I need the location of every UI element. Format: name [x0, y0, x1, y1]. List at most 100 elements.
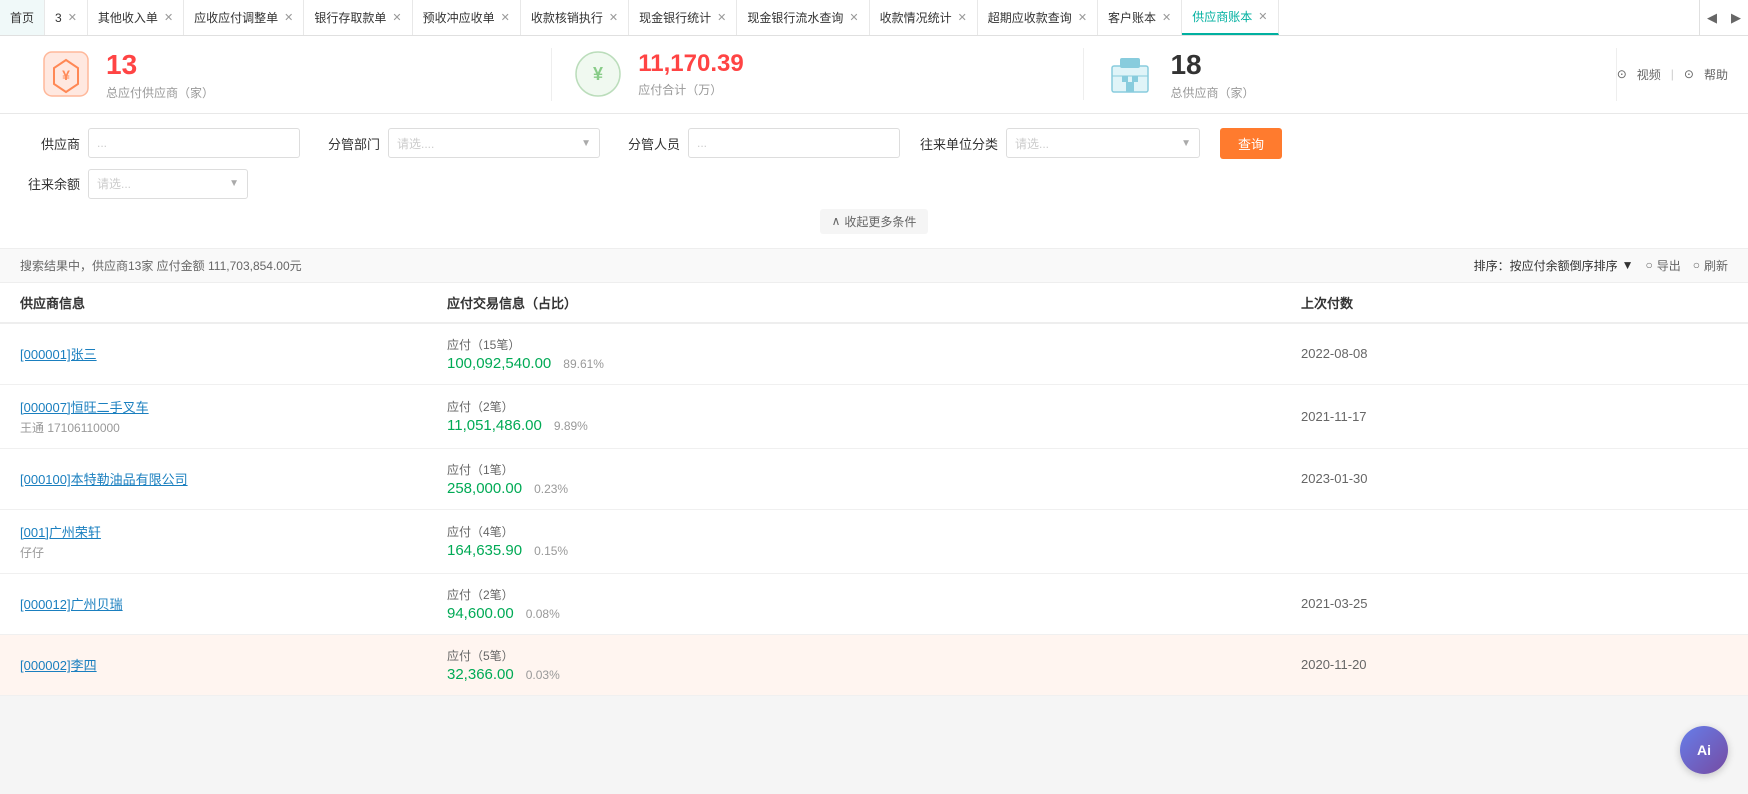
person-label: 分管人员 — [620, 134, 680, 153]
tx-label-5: 应付（5笔） — [447, 647, 1301, 664]
table-row[interactable]: [000012]广州贝瑞 应付（2笔） 94,600.00 0.08% 2021… — [0, 574, 1748, 635]
help-link[interactable]: 帮助 — [1704, 66, 1728, 83]
nav-collection-stats-close[interactable]: ✕ — [958, 11, 967, 24]
export-button[interactable]: ○ 导出 — [1645, 257, 1680, 274]
dept-label: 分管部门 — [320, 134, 380, 153]
nav-bank-deposit[interactable]: 银行存取款单 ✕ — [304, 0, 412, 35]
nav-collection-close[interactable]: ✕ — [609, 11, 618, 24]
nav-other-income-close[interactable]: ✕ — [164, 11, 173, 24]
summary-right-actions: ⊙ 视频 | ⊙ 帮助 — [1617, 66, 1728, 83]
nav-customer-ledger[interactable]: 客户账本 ✕ — [1098, 0, 1182, 35]
ai-button[interactable]: Ai — [1680, 726, 1728, 774]
person-field: 分管人员 ... — [620, 128, 900, 158]
nav-cash-stats[interactable]: 现金银行统计 ✕ — [629, 0, 737, 35]
sort-label: 排序：按应付余额倒序排序 — [1474, 257, 1618, 274]
table-row[interactable]: [000001]张三 应付（15笔） 100,092,540.00 89.61%… — [0, 324, 1748, 385]
person-select[interactable]: ... — [688, 128, 900, 158]
nav-cash-flow[interactable]: 现金银行流水查询 ✕ — [737, 0, 869, 35]
nav-collection-stats[interactable]: 收款情况统计 ✕ — [870, 0, 978, 35]
supplier-name-3[interactable]: [001]广州荣轩 — [20, 522, 447, 541]
tx-amount-row-0: 100,092,540.00 89.61% — [447, 353, 1301, 372]
refresh-button[interactable]: ○ 刷新 — [1693, 257, 1728, 274]
search-row-1: 供应商 ... 分管部门 请选.... ▼ 分管人员 ... 往来单位分类 请选… — [20, 128, 1728, 159]
nav-bank-deposit-close[interactable]: ✕ — [392, 11, 401, 24]
refresh-label: 刷新 — [1704, 257, 1728, 274]
tx-label-3: 应付（4笔） — [447, 523, 1301, 540]
tx-amount-row-4: 94,600.00 0.08% — [447, 603, 1301, 622]
table-container: 供应商信息 应付交易信息（占比） 上次付数 [000001]张三 应付（15笔）… — [0, 283, 1748, 696]
nav-other-income-label: 其他收入单 — [98, 9, 158, 26]
supplier-name-5[interactable]: [000002]李四 — [20, 655, 447, 674]
nav-3-label: 3 — [55, 11, 62, 25]
payable-suppliers-icon: ¥ — [40, 48, 92, 100]
nav-advance[interactable]: 预收冲应收单 ✕ — [413, 0, 521, 35]
supplier-name-2[interactable]: [000100]本特勒油品有限公司 — [20, 469, 447, 488]
supplier-info-3: [001]广州荣轩 仔仔 — [20, 522, 447, 561]
nav-adjustment[interactable]: 应收应付调整单 ✕ — [184, 0, 304, 35]
last-pay-1: 2021-11-17 — [1301, 409, 1728, 424]
tx-amount-row-5: 32,366.00 0.03% — [447, 664, 1301, 683]
table-row[interactable]: [000100]本特勒油品有限公司 应付（1笔） 258,000.00 0.23… — [0, 449, 1748, 510]
search-area: 供应商 ... 分管部门 请选.... ▼ 分管人员 ... 往来单位分类 请选… — [0, 114, 1748, 249]
nav-cash-stats-label: 现金银行统计 — [639, 9, 711, 26]
nav-3[interactable]: 3 ✕ — [45, 0, 88, 35]
tx-amount-5: 32,366.00 — [447, 666, 514, 683]
tx-amount-1: 11,051,486.00 — [447, 417, 542, 434]
nav-cash-flow-close[interactable]: ✕ — [849, 11, 858, 24]
nav-overdue-close[interactable]: ✕ — [1078, 11, 1087, 24]
nav-prev-arrow[interactable]: ◀ — [1700, 0, 1724, 36]
tx-label-1: 应付（2笔） — [447, 398, 1301, 415]
result-count-info: 搜索结果中，供应商13家 应付金额 111,703,854.00元 — [20, 257, 1474, 274]
payable-suppliers-num: 13 — [106, 48, 214, 82]
supplier-select[interactable]: ... — [88, 128, 300, 158]
supplier-name-1[interactable]: [000007]恒旺二手叉车 — [20, 397, 447, 416]
nav-other-income[interactable]: 其他收入单 ✕ — [88, 0, 184, 35]
nav-3-close[interactable]: ✕ — [68, 11, 77, 24]
nav-customer-ledger-label: 客户账本 — [1108, 9, 1156, 26]
nav-customer-ledger-close[interactable]: ✕ — [1162, 11, 1171, 24]
dept-placeholder: 请选.... — [397, 135, 581, 152]
search-button[interactable]: 查询 — [1220, 128, 1282, 159]
total-payable-num: 11,170.39 — [638, 50, 743, 79]
category-select[interactable]: 请选... ▼ — [1006, 128, 1200, 158]
supplier-sub-1: 王通 17106110000 — [20, 419, 447, 436]
nav-supplier-ledger-close[interactable]: ✕ — [1258, 10, 1267, 23]
nav-collection[interactable]: 收款核销执行 ✕ — [521, 0, 629, 35]
nav-cash-stats-close[interactable]: ✕ — [717, 11, 726, 24]
summary-bar: ¥ 13 总应付供应商（家） ¥ 11,170.39 应付合计（万） — [0, 36, 1748, 114]
tx-amount-0: 100,092,540.00 — [447, 355, 551, 372]
nav-next-arrow[interactable]: ▶ — [1724, 0, 1748, 36]
nav-supplier-ledger-label: 供应商账本 — [1192, 8, 1252, 25]
tx-amount-row-1: 11,051,486.00 9.89% — [447, 415, 1301, 434]
nav-advance-close[interactable]: ✕ — [501, 11, 510, 24]
table-row[interactable]: [001]广州荣轩 仔仔 应付（4笔） 164,635.90 0.15% — [0, 510, 1748, 574]
export-icon: ○ — [1645, 258, 1652, 272]
category-placeholder: 请选... — [1015, 135, 1181, 152]
nav-supplier-ledger[interactable]: 供应商账本 ✕ — [1182, 0, 1278, 35]
supplier-name-0[interactable]: [000001]张三 — [20, 344, 447, 363]
supplier-sub-3: 仔仔 — [20, 544, 447, 561]
tx-label-0: 应付（15笔） — [447, 336, 1301, 353]
supplier-info-5: [000002]李四 — [20, 655, 447, 674]
table-row[interactable]: [000007]恒旺二手叉车 王通 17106110000 应付（2笔） 11,… — [0, 385, 1748, 449]
sort-select[interactable]: 排序：按应付余额倒序排序 ▼ — [1474, 257, 1634, 274]
refresh-icon: ○ — [1693, 258, 1700, 272]
result-bar: 搜索结果中，供应商13家 应付金额 111,703,854.00元 排序：按应付… — [0, 249, 1748, 283]
collapse-icon: ∧ — [832, 214, 841, 228]
video-link[interactable]: 视频 — [1637, 66, 1661, 83]
supplier-name-4[interactable]: [000012]广州贝瑞 — [20, 594, 447, 613]
tx-amount-4: 94,600.00 — [447, 605, 514, 622]
dept-select[interactable]: 请选.... ▼ — [388, 128, 600, 158]
balance-select[interactable]: 请选... ▼ — [88, 169, 248, 199]
nav-home[interactable]: 首页 — [0, 0, 45, 35]
nav-overdue[interactable]: 超期应收款查询 ✕ — [978, 0, 1098, 35]
header-supplier: 供应商信息 — [20, 293, 447, 312]
table-row[interactable]: [000002]李四 应付（5笔） 32,366.00 0.03% 2020-1… — [0, 635, 1748, 696]
tx-percent-5: 0.03% — [526, 668, 560, 682]
total-payable-label: 应付合计（万） — [638, 81, 743, 98]
dept-dropdown-arrow: ▼ — [581, 138, 591, 149]
collapse-button[interactable]: ∧ 收起更多条件 — [820, 209, 929, 234]
summary-card-payable-suppliers: ¥ 13 总应付供应商（家） — [20, 48, 552, 101]
nav-adjustment-close[interactable]: ✕ — [284, 11, 293, 24]
tx-percent-3: 0.15% — [534, 544, 568, 558]
